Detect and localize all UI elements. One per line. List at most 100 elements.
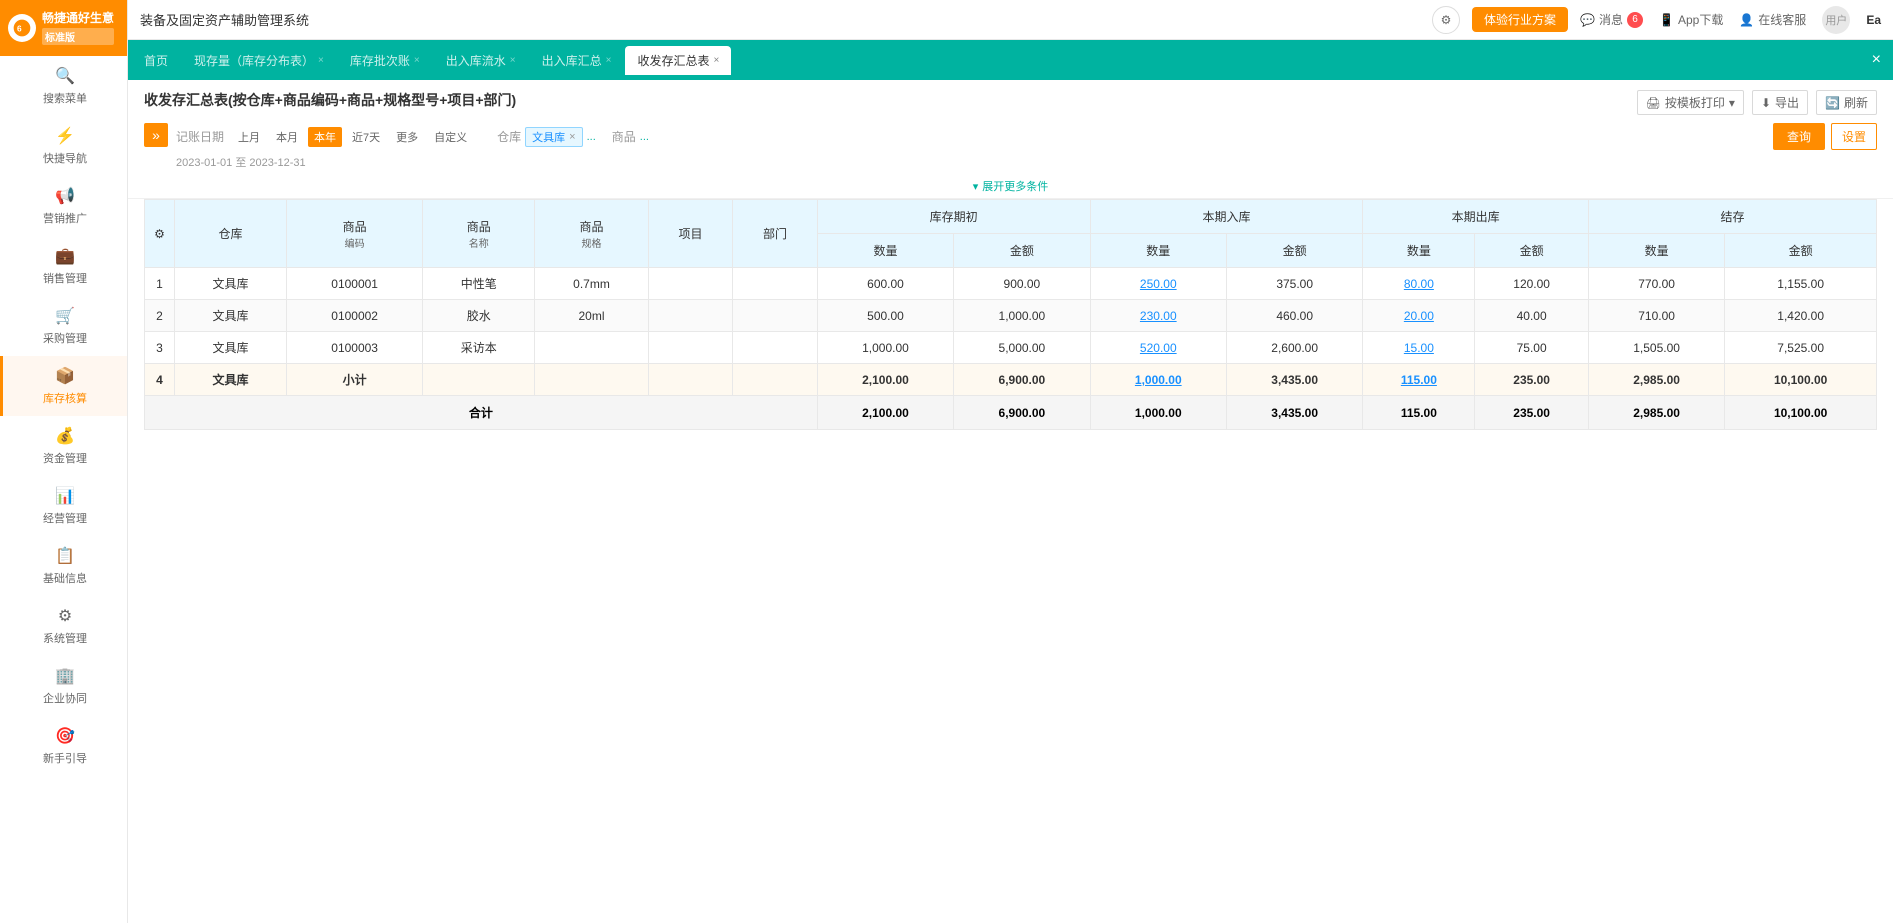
expand-more-label: 展开更多条件 bbox=[982, 178, 1048, 194]
refresh-label: 刷新 bbox=[1844, 94, 1868, 111]
sidebar-item-purchase[interactable]: 🛒 采购管理 bbox=[0, 296, 127, 356]
content-area: 收发存汇总表(按仓库+商品编码+商品+规格型号+项目+部门) 🖨 按模板打印 ▾… bbox=[128, 80, 1893, 923]
search-icon: 🔍 bbox=[55, 66, 75, 86]
date-btn-this-year[interactable]: 本年 bbox=[308, 127, 342, 147]
subtotal-out-qty[interactable]: 115.00 bbox=[1363, 364, 1475, 396]
filter-area: » 记账日期 上月 本月 本年 近7天 更多 自定义 仓库 bbox=[128, 119, 1893, 174]
online-service-label: 在线客服 bbox=[1758, 11, 1806, 28]
subtotal-col7 bbox=[733, 364, 818, 396]
sidebar-label-basic-info: 基础信息 bbox=[43, 570, 87, 586]
tab-inout-summary-close[interactable]: × bbox=[606, 55, 612, 66]
row2-spec: 20ml bbox=[535, 300, 648, 332]
row2-in-qty[interactable]: 230.00 bbox=[1090, 300, 1226, 332]
row2-code: 0100002 bbox=[286, 300, 422, 332]
row3-out-qty-link[interactable]: 15.00 bbox=[1404, 341, 1434, 355]
row1-out-qty-link[interactable]: 80.00 bbox=[1404, 277, 1434, 291]
sidebar-item-marketing[interactable]: 📢 营销推广 bbox=[0, 176, 127, 236]
export-button[interactable]: ⬇ 导出 bbox=[1752, 90, 1808, 115]
svg-text:6: 6 bbox=[17, 23, 22, 33]
th-settings[interactable]: ⚙ bbox=[145, 200, 175, 268]
tab-inout-flow-close[interactable]: × bbox=[510, 55, 516, 66]
sidebar-item-newbie[interactable]: 🎯 新手引导 bbox=[0, 716, 127, 776]
newbie-icon: 🎯 bbox=[55, 726, 75, 746]
th-warehouse: 仓库 bbox=[175, 200, 287, 268]
row1-in-qty-link[interactable]: 250.00 bbox=[1140, 277, 1177, 291]
date-btn-7days[interactable]: 近7天 bbox=[346, 127, 386, 147]
goods-more[interactable]: ... bbox=[640, 131, 649, 143]
tab-home[interactable]: 首页 bbox=[132, 46, 180, 75]
sidebar-label-newbie: 新手引导 bbox=[43, 750, 87, 766]
refresh-button[interactable]: 🔄 刷新 bbox=[1816, 90, 1877, 115]
warehouse-more[interactable]: ... bbox=[587, 131, 596, 143]
row2-in-qty-link[interactable]: 230.00 bbox=[1140, 309, 1177, 323]
tab-batch-label: 库存批次账 bbox=[350, 52, 410, 69]
sidebar-item-system[interactable]: ⚙ 系统管理 bbox=[0, 596, 127, 656]
warehouse-tag-close[interactable]: × bbox=[569, 131, 575, 143]
row3-in-qty-link[interactable]: 520.00 bbox=[1140, 341, 1177, 355]
expand-more-button[interactable]: ▾ 展开更多条件 bbox=[128, 174, 1893, 199]
row2-out-qty-link[interactable]: 20.00 bbox=[1404, 309, 1434, 323]
experience-button[interactable]: 体验行业方案 bbox=[1472, 7, 1568, 32]
tab-inout-flow[interactable]: 出入库流水 × bbox=[434, 46, 528, 75]
app-download-button[interactable]: 📱 App下载 bbox=[1659, 11, 1723, 28]
row3-out-qty[interactable]: 15.00 bbox=[1363, 332, 1475, 364]
refresh-icon: 🔄 bbox=[1825, 96, 1840, 110]
tab-recv-send-summary-label: 收发存汇总表 bbox=[637, 52, 709, 69]
subtotal-in-qty-link[interactable]: 1,000.00 bbox=[1135, 373, 1182, 387]
row1-in-qty[interactable]: 250.00 bbox=[1090, 268, 1226, 300]
setting-button[interactable]: 设置 bbox=[1831, 123, 1877, 150]
row1-in-amt: 375.00 bbox=[1226, 268, 1362, 300]
sidebar-item-search[interactable]: 🔍 搜索菜单 bbox=[0, 56, 127, 116]
online-service-button[interactable]: 👤 在线客服 bbox=[1739, 11, 1806, 28]
tab-inventory-dist[interactable]: 现存量（库存分布表） × bbox=[182, 46, 336, 75]
print-template-button[interactable]: 🖨 按模板打印 ▾ bbox=[1637, 90, 1744, 115]
inventory-icon: 📦 bbox=[55, 366, 75, 386]
tab-recv-send-summary-close[interactable]: × bbox=[713, 55, 719, 66]
tab-bar-close-all[interactable]: × bbox=[1864, 47, 1889, 73]
query-button[interactable]: 查询 bbox=[1773, 123, 1825, 150]
row1-out-qty[interactable]: 80.00 bbox=[1363, 268, 1475, 300]
date-range-display: 2023-01-01 至 2023-12-31 bbox=[176, 154, 1877, 174]
subtotal-opening-amt: 6,900.00 bbox=[954, 364, 1090, 396]
th-department: 部门 bbox=[733, 200, 818, 268]
sidebar-item-corp[interactable]: 🏢 企业协同 bbox=[0, 656, 127, 716]
date-btn-last-month[interactable]: 上月 bbox=[232, 127, 266, 147]
sidebar-item-finance[interactable]: 💰 资金管理 bbox=[0, 416, 127, 476]
tab-batch[interactable]: 库存批次账 × bbox=[338, 46, 432, 75]
tab-batch-close[interactable]: × bbox=[414, 55, 420, 66]
user-avatar[interactable]: 用户 bbox=[1822, 6, 1850, 34]
date-btn-custom[interactable]: 自定义 bbox=[428, 127, 473, 147]
sidebar-item-operation[interactable]: 📊 经营管理 bbox=[0, 476, 127, 536]
row3-code: 0100003 bbox=[286, 332, 422, 364]
sidebar-menu: 🔍 搜索菜单 ⚡ 快捷导航 📢 营销推广 💼 销售管理 🛒 采购管理 📦 库存核… bbox=[0, 56, 127, 923]
row1-name: 中性笔 bbox=[423, 268, 535, 300]
finance-icon: 💰 bbox=[55, 426, 75, 446]
tab-inout-summary[interactable]: 出入库汇总 × bbox=[530, 46, 624, 75]
sidebar-item-basic-info[interactable]: 📋 基础信息 bbox=[0, 536, 127, 596]
quick-nav-icon: ⚡ bbox=[55, 126, 75, 146]
sidebar-item-inventory[interactable]: 📦 库存核算 bbox=[0, 356, 127, 416]
chevron-down-icon: ▾ bbox=[1729, 96, 1735, 110]
export-label: 导出 bbox=[1775, 94, 1799, 111]
sidebar-item-quick-nav[interactable]: ⚡ 快捷导航 bbox=[0, 116, 127, 176]
settings-button[interactable]: ⚙ bbox=[1432, 6, 1460, 34]
row3-opening-qty: 1,000.00 bbox=[817, 332, 953, 364]
date-btn-more[interactable]: 更多 bbox=[390, 127, 424, 147]
filter-toggle-button[interactable]: » bbox=[144, 123, 168, 147]
page-header-area: 收发存汇总表(按仓库+商品编码+商品+规格型号+项目+部门) 🖨 按模板打印 ▾… bbox=[128, 80, 1893, 119]
message-button[interactable]: 💬 消息 6 bbox=[1580, 11, 1643, 28]
subtotal-in-qty[interactable]: 1,000.00 bbox=[1090, 364, 1226, 396]
date-btn-this-month[interactable]: 本月 bbox=[270, 127, 304, 147]
tab-inventory-dist-close[interactable]: × bbox=[318, 55, 324, 66]
row1-balance-qty: 770.00 bbox=[1588, 268, 1724, 300]
row3-in-qty[interactable]: 520.00 bbox=[1090, 332, 1226, 364]
subtotal-out-qty-link[interactable]: 115.00 bbox=[1401, 373, 1437, 387]
row2-name: 胶水 bbox=[423, 300, 535, 332]
th-opening-qty: 数量 bbox=[817, 234, 953, 268]
subtotal-col5 bbox=[535, 364, 648, 396]
row2-out-qty[interactable]: 20.00 bbox=[1363, 300, 1475, 332]
tab-recv-send-summary[interactable]: 收发存汇总表 × bbox=[625, 46, 731, 75]
sidebar-item-sales[interactable]: 💼 销售管理 bbox=[0, 236, 127, 296]
row2-out-amt: 40.00 bbox=[1475, 300, 1589, 332]
sidebar-logo: 6 畅捷通好生意 标准版 bbox=[0, 0, 127, 56]
